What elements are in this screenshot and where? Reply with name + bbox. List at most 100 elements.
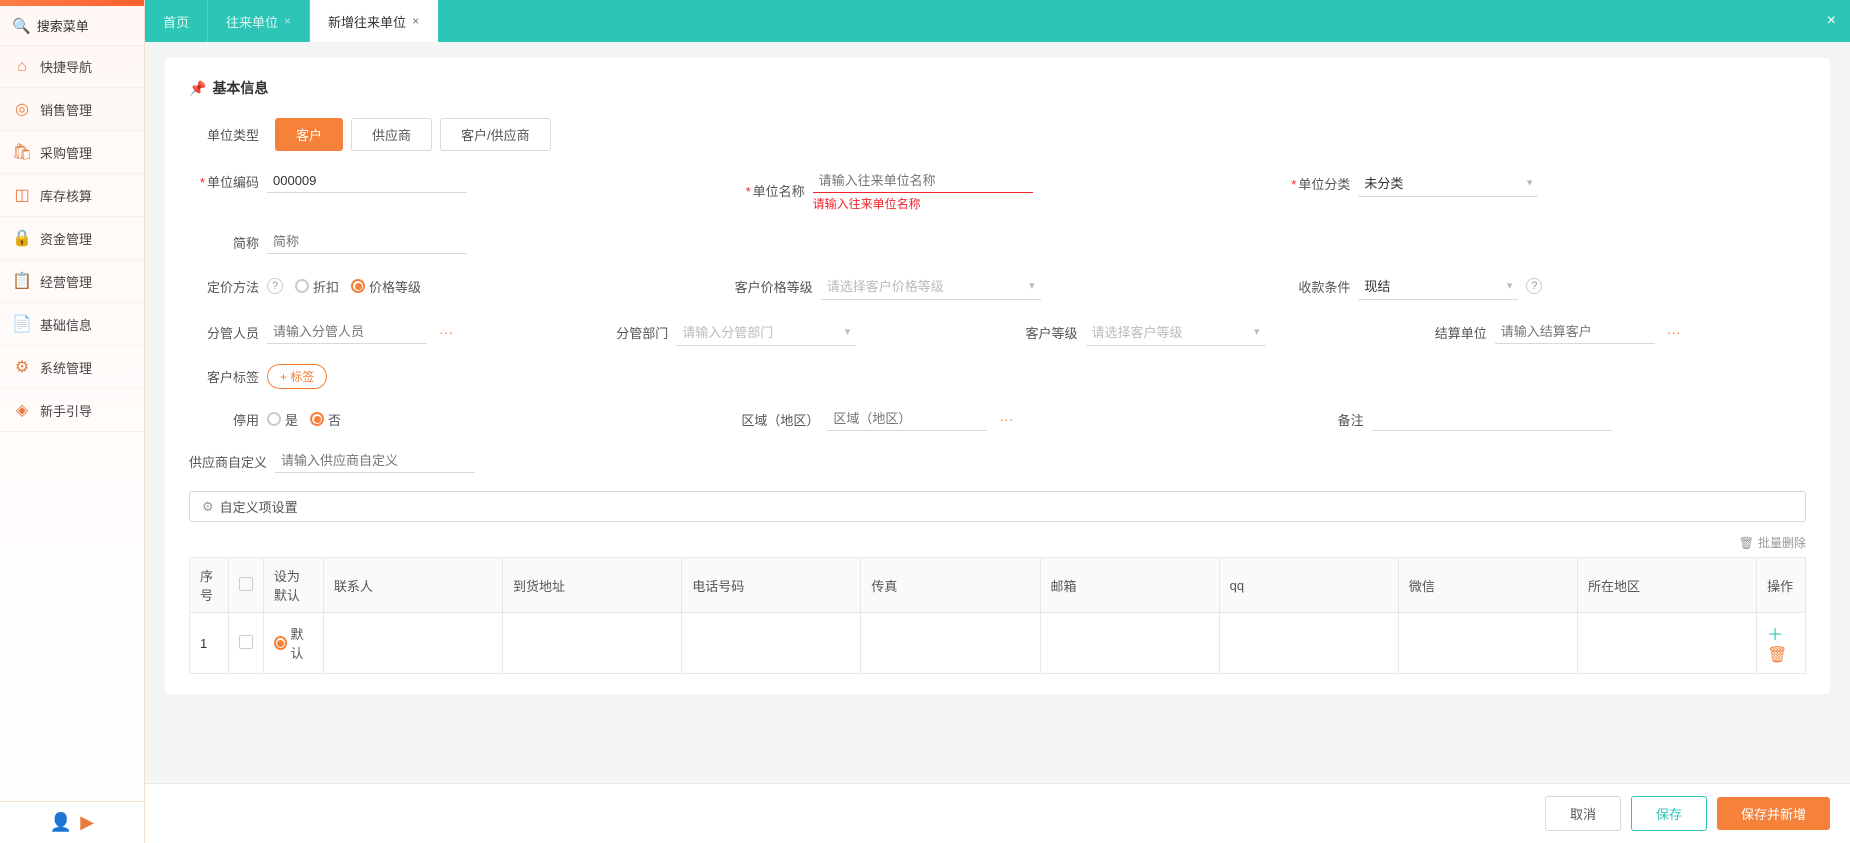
payment-terms-label: 收款条件 — [1280, 277, 1350, 296]
disabled-radio-yes[interactable]: 是 — [267, 410, 298, 429]
batch-delete-button[interactable]: 🗑 批量删除 — [1739, 534, 1806, 551]
short-name-input[interactable] — [267, 230, 467, 254]
cell-region[interactable] — [1577, 613, 1756, 674]
batch-delete-label: 批量删除 — [1758, 534, 1806, 551]
cell-qq[interactable] — [1219, 613, 1398, 674]
cell-address[interactable] — [503, 613, 682, 674]
cell-fax[interactable] — [861, 613, 1040, 674]
region-input[interactable] — [827, 407, 987, 431]
main-content: 首页 往来单位 × 新增往来单位 × × 📌 基本信息 单位类型 客户 供应商 … — [145, 0, 1850, 843]
cancel-button[interactable]: 取消 — [1545, 796, 1621, 831]
cell-wechat[interactable] — [1398, 613, 1577, 674]
expand-icon[interactable]: ▶ — [80, 812, 94, 833]
default-radio-dot — [277, 640, 284, 647]
unit-code-field: *单位编码 — [189, 169, 715, 193]
sidebar-item-quick-nav[interactable]: ⌂ 快捷导航 — [0, 46, 144, 88]
sidebar-item-basic[interactable]: 📄 基础信息 — [0, 303, 144, 346]
payment-terms-select[interactable]: 现结 ▾ — [1358, 272, 1518, 300]
manager-more-btn[interactable]: ··· — [435, 324, 457, 340]
pricing-radio-level[interactable]: 价格等级 — [351, 277, 421, 296]
cell-email[interactable] — [1040, 613, 1219, 674]
email-input[interactable] — [1051, 632, 1209, 655]
supplier-custom-input[interactable] — [275, 449, 475, 473]
sidebar-item-purchase[interactable]: 🛍 采购管理 — [0, 131, 144, 174]
add-row-button[interactable]: ＋ — [1767, 627, 1783, 644]
settlement-unit-more-btn[interactable]: ··· — [1663, 324, 1685, 340]
unit-category-value: 未分类 — [1364, 173, 1522, 192]
sidebar-item-finance-label: 资金管理 — [40, 229, 92, 248]
qq-input[interactable] — [1230, 632, 1388, 655]
payment-terms-field: 收款条件 现结 ▾ ? — [1280, 272, 1806, 300]
sidebar-item-finance[interactable]: 🔒 资金管理 — [0, 217, 144, 260]
cell-action: ＋ 🗑 — [1757, 613, 1806, 674]
unit-type-label: 单位类型 — [189, 125, 259, 144]
region-table-input[interactable] — [1588, 632, 1746, 655]
tab-new-contact-close[interactable]: × — [412, 14, 419, 28]
cell-default: 默认 — [263, 613, 323, 674]
settlement-unit-input[interactable] — [1495, 320, 1655, 344]
contact-input[interactable] — [334, 632, 492, 655]
row-pricing: 定价方法 ? 折扣 价格等级 — [189, 272, 1806, 300]
sidebar-item-system[interactable]: ⚙ 系统管理 — [0, 346, 144, 389]
sidebar-item-guide[interactable]: ◈ 新手引导 — [0, 389, 144, 432]
manager-field: 分管人员 ··· — [189, 320, 578, 344]
cell-phone[interactable] — [682, 613, 861, 674]
disabled-radio-no[interactable]: 否 — [310, 410, 341, 429]
tab-contacts-close[interactable]: × — [284, 14, 291, 28]
user-icon[interactable]: 👤 — [50, 812, 72, 833]
unit-code-label: *单位编码 — [189, 172, 259, 191]
search-menu-button[interactable]: 🔍 搜索菜单 — [0, 6, 144, 46]
radio-discount-circle — [295, 279, 309, 293]
manager-input[interactable] — [267, 320, 427, 344]
tab-contacts[interactable]: 往来单位 × — [208, 0, 310, 42]
sidebar-item-inventory[interactable]: ◫ 库存核算 — [0, 174, 144, 217]
sidebar-item-operations[interactable]: 📋 经营管理 — [0, 260, 144, 303]
col-contact: 联系人 — [323, 558, 502, 613]
unit-type-supplier[interactable]: 供应商 — [351, 118, 432, 151]
fax-input[interactable] — [871, 632, 1029, 655]
sidebar-item-sales[interactable]: ◎ 销售管理 — [0, 88, 144, 131]
unit-type-row: 单位类型 客户 供应商 客户/供应商 — [189, 118, 1806, 151]
unit-name-input[interactable] — [813, 169, 1033, 193]
department-select[interactable]: 请输入分管部门 ▾ — [676, 318, 856, 346]
customer-level-select[interactable]: 请选择客户等级 ▾ — [1086, 318, 1266, 346]
radio-level-dot — [355, 283, 362, 290]
pricing-radio-discount[interactable]: 折扣 — [295, 277, 339, 296]
wechat-input[interactable] — [1409, 632, 1567, 655]
payment-help-icon[interactable]: ? — [1526, 278, 1542, 294]
sidebar-item-guide-label: 新手引导 — [40, 401, 92, 420]
customer-price-level-select[interactable]: 请选择客户价格等级 ▾ — [821, 272, 1041, 300]
remark-input[interactable] — [1372, 407, 1612, 431]
header-checkbox[interactable] — [239, 577, 253, 591]
tab-home[interactable]: 首页 — [145, 0, 208, 42]
col-seq: 序号 — [190, 558, 229, 613]
default-radio[interactable]: 默认 — [274, 624, 313, 662]
unit-type-both[interactable]: 客户/供应商 — [440, 118, 551, 151]
tag-add-button[interactable]: + 标签 — [267, 364, 327, 389]
phone-input[interactable] — [692, 632, 850, 655]
customer-tag-label: 客户标签 — [189, 367, 259, 386]
cell-checkbox[interactable] — [228, 613, 263, 674]
col-fax: 传真 — [861, 558, 1040, 613]
tab-bar: 首页 往来单位 × 新增往来单位 × × — [145, 0, 1850, 42]
pricing-help-icon[interactable]: ? — [267, 278, 283, 294]
tab-home-label: 首页 — [163, 12, 189, 31]
delete-row-button[interactable]: 🗑 — [1767, 647, 1787, 664]
window-close-button[interactable]: × — [1813, 0, 1850, 42]
custom-settings-button[interactable]: ⚙ 自定义项设置 — [189, 491, 1806, 522]
region-more-btn[interactable]: ··· — [995, 411, 1017, 427]
save-new-button[interactable]: 保存并新增 — [1717, 797, 1830, 830]
unit-code-input[interactable] — [267, 169, 467, 193]
tab-new-contact[interactable]: 新增往来单位 × — [310, 0, 438, 42]
customer-price-level-label: 客户价格等级 — [735, 277, 813, 296]
row-checkbox[interactable] — [239, 635, 253, 649]
table-row: 1 默认 — [190, 613, 1806, 674]
save-button[interactable]: 保存 — [1631, 796, 1707, 831]
unit-type-customer[interactable]: 客户 — [275, 118, 343, 151]
col-checkbox[interactable] — [228, 558, 263, 613]
unit-category-select[interactable]: 未分类 ▾ — [1358, 169, 1538, 197]
cell-seq: 1 — [190, 613, 229, 674]
disabled-yes-label: 是 — [285, 410, 298, 429]
cell-contact[interactable] — [323, 613, 502, 674]
address-input[interactable] — [513, 632, 671, 655]
